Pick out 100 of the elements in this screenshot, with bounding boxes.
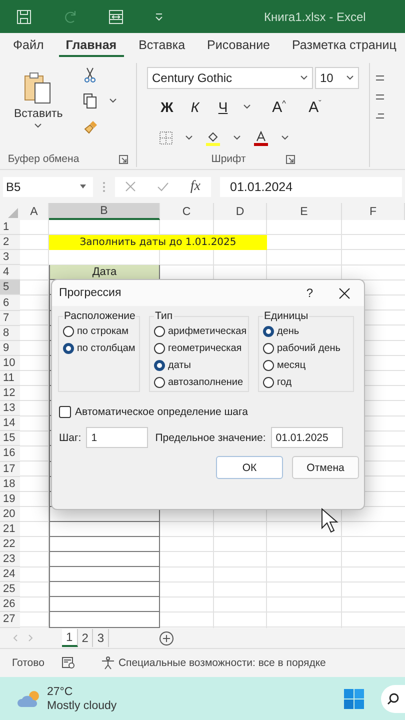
- launcher-icon[interactable]: [119, 154, 128, 164]
- stop-value-field[interactable]: 01.01.2025: [270, 427, 343, 448]
- radio-button[interactable]: [63, 326, 74, 337]
- ribbon-tab[interactable]: Рисование: [200, 34, 277, 57]
- row-header[interactable]: 15: [0, 431, 20, 446]
- caret-icon[interactable]: [281, 135, 289, 141]
- radio-label[interactable]: месяц: [277, 360, 306, 371]
- row-header[interactable]: 9: [0, 340, 20, 356]
- caret-icon[interactable]: [34, 123, 42, 129]
- caret-icon[interactable]: [346, 75, 354, 81]
- column-header[interactable]: B: [49, 203, 160, 220]
- row-header[interactable]: 4: [0, 265, 20, 280]
- accessibility-icon[interactable]: [101, 656, 116, 670]
- row-header[interactable]: 10: [0, 356, 20, 371]
- add-sheet-icon[interactable]: [159, 630, 174, 646]
- radio-label[interactable]: по столбцам: [77, 343, 136, 354]
- save-icon[interactable]: [16, 8, 32, 24]
- row-header[interactable]: 27: [0, 612, 20, 628]
- row-header[interactable]: 12: [0, 386, 20, 402]
- launcher-icon[interactable]: [286, 154, 295, 164]
- radio-button[interactable]: [263, 343, 274, 354]
- radio-button[interactable]: [263, 326, 274, 337]
- grow-font-button[interactable]: A$^{^}$: [271, 98, 287, 116]
- row-header[interactable]: 6: [0, 295, 20, 311]
- sheet-tab[interactable]: 2: [78, 629, 94, 647]
- scissors-icon[interactable]: [82, 67, 97, 83]
- radio-label[interactable]: арифметическая: [168, 326, 247, 337]
- row-header[interactable]: 14: [0, 416, 20, 432]
- radio-label[interactable]: год: [277, 377, 292, 388]
- macro-recording-icon[interactable]: [62, 657, 76, 669]
- row-header[interactable]: 23: [0, 552, 20, 568]
- caret-icon[interactable]: [233, 135, 241, 141]
- caret-icon[interactable]: [108, 98, 117, 104]
- name-box[interactable]: B5: [3, 176, 93, 196]
- italic-button[interactable]: К: [187, 99, 203, 115]
- search-button[interactable]: [381, 684, 405, 712]
- ribbon-tab[interactable]: Вставка: [132, 34, 192, 57]
- row-header[interactable]: 11: [0, 370, 20, 386]
- font-color-icon[interactable]: [253, 130, 269, 146]
- radio-button[interactable]: [154, 343, 165, 354]
- brush-icon[interactable]: [82, 119, 99, 135]
- ribbon-tab[interactable]: Разметка страниц: [285, 34, 404, 57]
- caret-icon[interactable]: [300, 75, 308, 81]
- start-icon[interactable]: [344, 688, 364, 708]
- ok-button[interactable]: ОК: [216, 456, 283, 479]
- radio-label[interactable]: по строкам: [77, 326, 128, 337]
- help-button[interactable]: ?: [306, 286, 313, 300]
- copy-icon[interactable]: [82, 93, 97, 109]
- radio-button[interactable]: [63, 343, 74, 354]
- paste-icon[interactable]: [23, 71, 54, 105]
- caret-icon[interactable]: [185, 135, 193, 141]
- row-header[interactable]: 16: [0, 446, 20, 462]
- radio-button[interactable]: [263, 360, 274, 371]
- row-header[interactable]: 21: [0, 522, 20, 537]
- radio-button[interactable]: [154, 360, 165, 371]
- step-field[interactable]: 1: [86, 427, 148, 448]
- row-header[interactable]: 26: [0, 597, 20, 612]
- row-header[interactable]: 13: [0, 401, 20, 416]
- radio-label[interactable]: автозаполнение: [168, 377, 244, 388]
- radio-label[interactable]: день: [277, 326, 300, 337]
- radio-button[interactable]: [154, 326, 165, 337]
- row-header[interactable]: 5: [0, 280, 20, 296]
- check-icon[interactable]: [157, 182, 170, 192]
- sheet-tab[interactable]: 1: [62, 629, 78, 647]
- caret-icon[interactable]: [79, 184, 87, 189]
- drag-handle-icon[interactable]: [102, 180, 106, 192]
- row-header[interactable]: 3: [0, 250, 20, 266]
- formula-field[interactable]: 01.01.2024: [220, 176, 402, 196]
- weather-widget[interactable]: 27°C Mostly cloudy: [17, 684, 117, 712]
- row-header[interactable]: 19: [0, 492, 20, 507]
- checkbox-label[interactable]: Автоматическое определение шага: [75, 406, 248, 418]
- radio-button[interactable]: [154, 377, 165, 388]
- sheet-tab[interactable]: 3: [93, 629, 110, 647]
- row-header[interactable]: 18: [0, 476, 20, 492]
- font-name-field[interactable]: Century Gothic: [147, 67, 313, 89]
- shrink-font-button[interactable]: A$^{ˇ}$: [307, 98, 323, 116]
- ribbon-tab[interactable]: Файл: [6, 34, 51, 57]
- underline-button[interactable]: Ч: [215, 99, 231, 115]
- caret-icon[interactable]: [243, 104, 251, 110]
- checkbox[interactable]: [59, 406, 71, 418]
- row-header[interactable]: 22: [0, 536, 20, 552]
- row-header[interactable]: 8: [0, 326, 20, 341]
- fill-color-icon[interactable]: [205, 130, 221, 146]
- customize-icon[interactable]: [154, 12, 164, 22]
- bold-button[interactable]: Ж: [159, 99, 175, 115]
- paste-label[interactable]: Вставить: [14, 108, 63, 120]
- radio-label[interactable]: геометрическая: [168, 343, 242, 354]
- row-header[interactable]: 1: [0, 220, 20, 236]
- insert-function-button[interactable]: fx: [190, 178, 200, 194]
- accessibility-status[interactable]: Специальные возможности: все в порядке: [118, 657, 326, 669]
- font-size-field[interactable]: 10: [315, 67, 359, 89]
- close-button[interactable]: [339, 288, 350, 298]
- row-header[interactable]: 25: [0, 582, 20, 598]
- row-header[interactable]: 24: [0, 567, 20, 582]
- borders-icon[interactable]: [159, 131, 173, 145]
- row-header[interactable]: 17: [0, 462, 20, 477]
- radio-button[interactable]: [263, 377, 274, 388]
- row-header[interactable]: 20: [0, 506, 20, 522]
- radio-label[interactable]: рабочий день: [277, 343, 340, 354]
- row-header[interactable]: 7: [0, 310, 20, 326]
